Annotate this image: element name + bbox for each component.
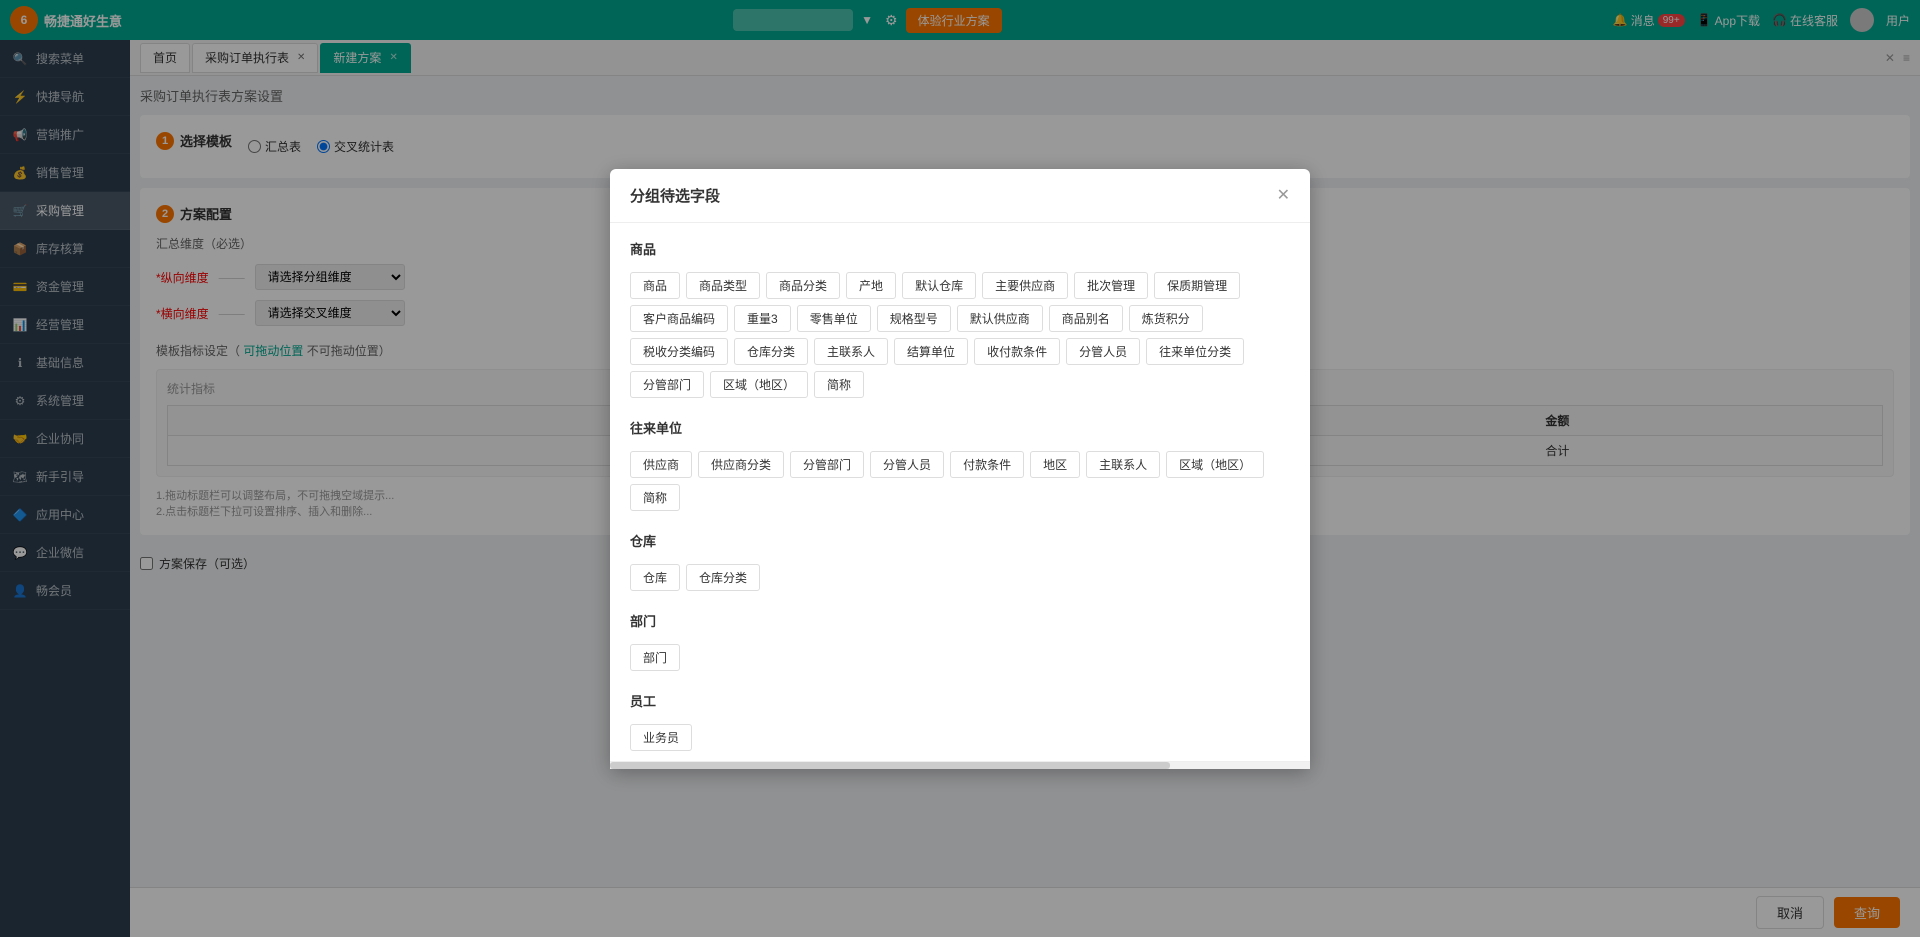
field-tag[interactable]: 分管部门 [630,371,704,398]
field-tag[interactable]: 保质期管理 [1154,272,1240,299]
field-tag[interactable]: 地区 [1030,451,1080,478]
field-tag[interactable]: 产地 [846,272,896,299]
modal-hscroll-thumb [610,762,1170,769]
field-tag[interactable]: 仓库分类 [734,338,808,365]
modal-overlay: 分组待选字段 ✕ 商品商品商品类型商品分类产地默认仓库主要供应商批次管理保质期管… [0,0,1920,937]
field-tag[interactable]: 供应商 [630,451,692,478]
field-tag[interactable]: 商品别名 [1049,305,1123,332]
modal-hscroll[interactable] [610,761,1310,769]
field-tag[interactable]: 区域（地区） [1166,451,1264,478]
field-tag[interactable]: 批次管理 [1074,272,1148,299]
field-tag[interactable]: 仓库分类 [686,564,760,591]
field-tag[interactable]: 重量3 [734,305,791,332]
field-tag[interactable]: 商品分类 [766,272,840,299]
field-tags-goods: 商品商品类型商品分类产地默认仓库主要供应商批次管理保质期管理客户商品编码重量3零… [630,272,1290,398]
field-tag[interactable]: 分管部门 [790,451,864,478]
field-tag[interactable]: 炼货积分 [1129,305,1203,332]
field-tag[interactable]: 付款条件 [950,451,1024,478]
field-tags-warehouse: 仓库仓库分类 [630,564,1290,591]
field-tag[interactable]: 客户商品编码 [630,305,728,332]
field-tag[interactable]: 简称 [630,484,680,511]
modal-title: 分组待选字段 [630,185,720,206]
field-tag[interactable]: 往来单位分类 [1146,338,1244,365]
field-section-title-employee: 员工 [630,691,1290,714]
field-tag[interactable]: 商品 [630,272,680,299]
field-tag[interactable]: 主联系人 [814,338,888,365]
field-tags-employee: 业务员 [630,724,1290,751]
field-section-partner: 往来单位供应商供应商分类分管部门分管人员付款条件地区主联系人区域（地区） 简称 [630,418,1290,511]
field-tag[interactable]: 收付款条件 [974,338,1060,365]
field-tags-department: 部门 [630,644,1290,671]
field-tag[interactable]: 部门 [630,644,680,671]
field-section-title-department: 部门 [630,611,1290,634]
modal-header: 分组待选字段 ✕ [610,169,1310,223]
field-section-department: 部门部门 [630,611,1290,671]
field-section-title-partner: 往来单位 [630,418,1290,441]
field-tag[interactable]: 结算单位 [894,338,968,365]
field-tag[interactable]: 规格型号 [877,305,951,332]
field-tag[interactable]: 主联系人 [1086,451,1160,478]
field-tag[interactable]: 税收分类编码 [630,338,728,365]
modal-body: 商品商品商品类型商品分类产地默认仓库主要供应商批次管理保质期管理客户商品编码重量… [610,223,1310,761]
field-tag[interactable]: 区域（地区） [710,371,808,398]
field-tags-partner: 供应商供应商分类分管部门分管人员付款条件地区主联系人区域（地区） 简称 [630,451,1290,511]
field-tag[interactable]: 分管人员 [870,451,944,478]
field-section-title-goods: 商品 [630,239,1290,262]
field-tag[interactable]: 默认仓库 [902,272,976,299]
field-tag[interactable]: 简称 [814,371,864,398]
field-section-title-warehouse: 仓库 [630,531,1290,554]
field-section-employee: 员工业务员 [630,691,1290,751]
field-tag[interactable]: 零售单位 [797,305,871,332]
field-tag[interactable]: 商品类型 [686,272,760,299]
field-tag[interactable]: 仓库 [630,564,680,591]
modal: 分组待选字段 ✕ 商品商品商品类型商品分类产地默认仓库主要供应商批次管理保质期管… [610,169,1310,769]
field-tag[interactable]: 分管人员 [1066,338,1140,365]
field-tag[interactable]: 主要供应商 [982,272,1068,299]
field-section-warehouse: 仓库仓库仓库分类 [630,531,1290,591]
field-section-goods: 商品商品商品类型商品分类产地默认仓库主要供应商批次管理保质期管理客户商品编码重量… [630,239,1290,398]
field-tag[interactable]: 供应商分类 [698,451,784,478]
field-tag[interactable]: 默认供应商 [957,305,1043,332]
field-tag[interactable]: 业务员 [630,724,692,751]
modal-close-icon[interactable]: ✕ [1277,185,1290,205]
